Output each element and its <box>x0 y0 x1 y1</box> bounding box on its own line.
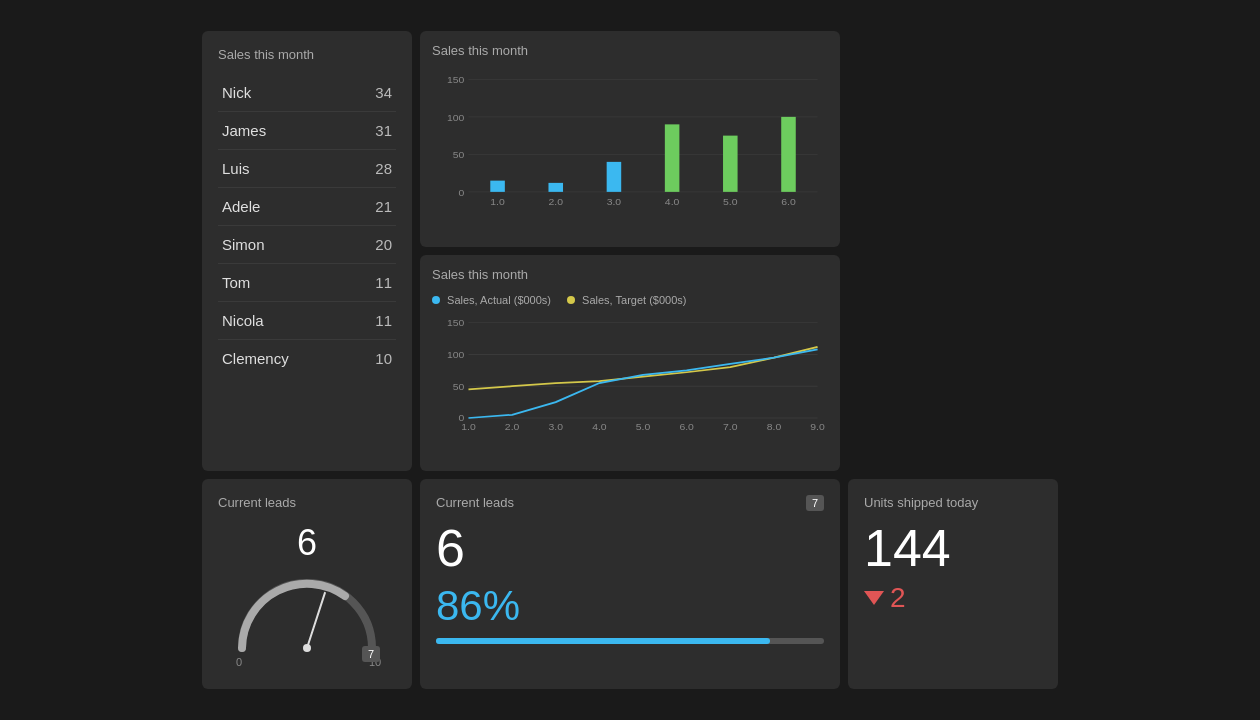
sales-table-row: Nicola11 <box>218 302 396 340</box>
svg-text:0: 0 <box>459 187 465 197</box>
sales-value: 11 <box>352 264 396 302</box>
svg-text:150: 150 <box>447 75 465 85</box>
svg-text:150: 150 <box>447 318 464 328</box>
svg-text:3.0: 3.0 <box>607 196 622 206</box>
svg-text:50: 50 <box>453 382 465 392</box>
svg-rect-8 <box>490 181 505 192</box>
sales-list-card: Sales this month Nick34James31Luis28Adel… <box>202 31 412 471</box>
empty-top-right <box>848 31 1058 471</box>
svg-text:5.0: 5.0 <box>723 196 738 206</box>
svg-text:100: 100 <box>447 112 465 122</box>
sales-table-row: Adele21 <box>218 188 396 226</box>
svg-text:6.0: 6.0 <box>781 196 796 206</box>
units-arrow-down-icon <box>864 591 884 605</box>
units-change-value: 2 <box>890 582 906 614</box>
line-chart-svg: 0501001501.02.03.04.05.06.07.08.09.0 <box>432 314 828 444</box>
sales-value: 31 <box>352 112 396 150</box>
line-chart-legend: Sales, Actual ($000s) Sales, Target ($00… <box>432 294 828 306</box>
leads-badge: 7 <box>806 495 824 511</box>
sales-table-row: Simon20 <box>218 226 396 264</box>
line-chart-title: Sales this month <box>432 267 828 282</box>
units-title: Units shipped today <box>864 495 1042 510</box>
progress-bar-fill <box>436 638 770 644</box>
sales-value: 20 <box>352 226 396 264</box>
leads-value: 6 <box>436 522 824 574</box>
svg-rect-18 <box>781 117 796 192</box>
sales-value: 21 <box>352 188 396 226</box>
bar-chart-card: Sales this month 0 50 100 150 1.0 2.0 3.0 4.0 5.… <box>420 31 840 247</box>
bar-chart-title: Sales this month <box>432 43 828 58</box>
sales-value: 34 <box>352 74 396 112</box>
leads-card: Current leads 6 7 86% <box>420 479 840 689</box>
svg-text:2.0: 2.0 <box>505 422 519 432</box>
sales-value: 11 <box>352 302 396 340</box>
svg-rect-16 <box>723 136 738 192</box>
leads-percent: 86% <box>436 582 824 630</box>
units-card: Units shipped today 144 2 <box>848 479 1058 689</box>
sales-name: James <box>218 112 352 150</box>
sales-name: Adele <box>218 188 352 226</box>
gauge-title: Current leads <box>218 495 396 510</box>
svg-rect-14 <box>665 124 680 192</box>
sales-name: Nicola <box>218 302 352 340</box>
sales-name: Luis <box>218 150 352 188</box>
sales-table-row: Nick34 <box>218 74 396 112</box>
bar-chart-svg: 0 50 100 150 1.0 2.0 3.0 4.0 5.0 6.0 <box>432 70 828 220</box>
gauge-svg: 0 10 <box>227 568 387 658</box>
sales-table-row: James31 <box>218 112 396 150</box>
progress-bar-bg <box>436 638 824 644</box>
svg-text:7.0: 7.0 <box>723 422 737 432</box>
svg-text:2.0: 2.0 <box>549 196 564 206</box>
charts-area: Sales this month 0 50 100 150 1.0 2.0 3.0 4.0 5.… <box>420 31 840 471</box>
svg-text:100: 100 <box>447 350 464 360</box>
svg-text:1.0: 1.0 <box>490 196 505 206</box>
legend-actual: Sales, Actual ($000s) <box>432 294 551 306</box>
sales-name: Simon <box>218 226 352 264</box>
sales-table: Nick34James31Luis28Adele21Simon20Tom11Ni… <box>218 74 396 377</box>
sales-name: Nick <box>218 74 352 112</box>
sales-value: 28 <box>352 150 396 188</box>
units-change: 2 <box>864 582 1042 614</box>
leads-title: Current leads <box>436 495 824 510</box>
svg-text:1.0: 1.0 <box>461 422 475 432</box>
gauge-badge: 7 <box>362 646 380 662</box>
bar-chart-container: 0 50 100 150 1.0 2.0 3.0 4.0 5.0 6.0 <box>432 70 828 220</box>
legend-target: Sales, Target ($000s) <box>567 294 686 306</box>
svg-text:50: 50 <box>453 150 465 160</box>
svg-text:0: 0 <box>236 656 242 668</box>
sales-value: 10 <box>352 340 396 378</box>
svg-text:3.0: 3.0 <box>549 422 563 432</box>
svg-text:5.0: 5.0 <box>636 422 650 432</box>
gauge-card: Current leads 6 0 10 7 <box>202 479 412 689</box>
sales-name: Tom <box>218 264 352 302</box>
units-value: 144 <box>864 522 1042 574</box>
svg-text:8.0: 8.0 <box>767 422 781 432</box>
gauge-value: 6 <box>297 522 317 564</box>
svg-point-38 <box>303 644 311 652</box>
line-chart-container: 0501001501.02.03.04.05.06.07.08.09.0 <box>432 314 828 444</box>
svg-rect-12 <box>607 162 622 192</box>
sales-name: Clemency <box>218 340 352 378</box>
svg-text:9.0: 9.0 <box>810 422 824 432</box>
line-chart-card: Sales this month Sales, Actual ($000s) S… <box>420 255 840 471</box>
sales-table-row: Clemency10 <box>218 340 396 378</box>
dashboard: Sales this month Nick34James31Luis28Adel… <box>182 11 1078 709</box>
svg-text:4.0: 4.0 <box>665 196 680 206</box>
svg-text:6.0: 6.0 <box>679 422 693 432</box>
sales-list-title: Sales this month <box>218 47 396 62</box>
svg-line-37 <box>307 593 325 648</box>
sales-table-row: Tom11 <box>218 264 396 302</box>
gauge-container: 6 0 10 7 <box>218 522 396 658</box>
svg-text:4.0: 4.0 <box>592 422 606 432</box>
svg-rect-10 <box>548 183 563 192</box>
sales-table-row: Luis28 <box>218 150 396 188</box>
